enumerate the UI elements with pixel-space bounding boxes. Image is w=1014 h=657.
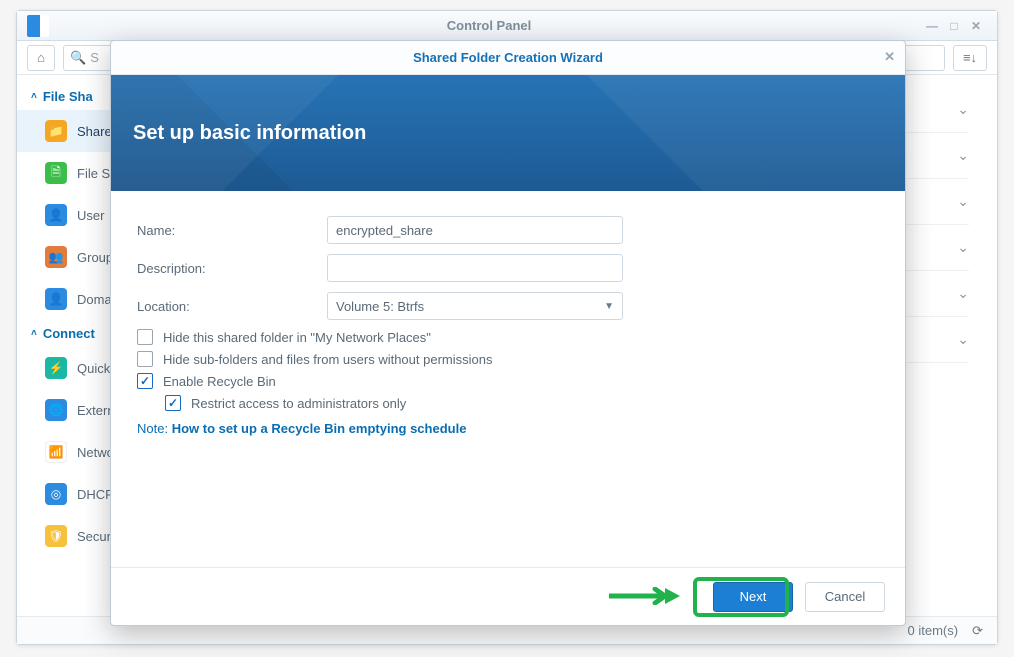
sidebar-group-label: Connect	[43, 326, 95, 341]
group-icon: 👥	[45, 246, 67, 268]
check-hide-netplaces[interactable]: Hide this shared folder in "My Network P…	[137, 329, 879, 345]
checkbox-checked-icon	[165, 395, 181, 411]
home-icon: ⌂	[37, 50, 45, 65]
refresh-icon[interactable]: ⟳	[972, 623, 983, 639]
bolt-icon: ⚡	[45, 357, 67, 379]
row-name: Name:	[137, 213, 879, 247]
sidebar-item-label: Netwo	[77, 445, 114, 460]
sidebar-item-label: User	[77, 208, 104, 223]
check-restrict-admins[interactable]: Restrict access to administrators only	[165, 395, 879, 411]
app-icon	[27, 15, 49, 37]
window-titlebar: Control Panel — □ ✕	[17, 11, 997, 41]
chevron-up-icon: ˄	[31, 91, 37, 102]
check-hide-subfolders[interactable]: Hide sub-folders and files from users wi…	[137, 351, 879, 367]
arrow-annotation	[609, 587, 681, 605]
dialog-titlebar: Shared Folder Creation Wizard ✕	[111, 41, 905, 75]
note-prefix: Note:	[137, 421, 172, 436]
name-field[interactable]	[327, 216, 623, 244]
chevron-down-icon: ⌄	[957, 239, 969, 256]
row-location: Location: Volume 5: Btrfs ▼	[137, 289, 879, 323]
search-icon: 🔍	[70, 50, 86, 66]
note-link[interactable]: How to set up a Recycle Bin emptying sch…	[172, 421, 467, 436]
check-recycle-bin[interactable]: Enable Recycle Bin	[137, 373, 879, 389]
label-location: Location:	[137, 299, 327, 314]
chevron-down-icon: ⌄	[957, 193, 969, 210]
label-description: Description:	[137, 261, 327, 276]
minimize-icon[interactable]: —	[921, 19, 943, 33]
label-name: Name:	[137, 223, 327, 238]
next-button[interactable]: Next	[713, 582, 793, 612]
dhcp-icon: ◎	[45, 483, 67, 505]
maximize-icon[interactable]: □	[943, 19, 965, 33]
checkbox-icon	[137, 329, 153, 345]
check-label: Restrict access to administrators only	[191, 396, 406, 411]
sidebar-item-label: Group	[77, 250, 113, 265]
folder-icon: 📁	[45, 120, 67, 142]
hero-title: Set up basic information	[133, 122, 366, 145]
close-icon[interactable]: ✕	[884, 49, 895, 65]
globe-icon: 🌐	[45, 399, 67, 421]
location-select[interactable]: Volume 5: Btrfs ▼	[327, 292, 623, 320]
chevron-down-icon: ⌄	[957, 147, 969, 164]
wizard-dialog: Shared Folder Creation Wizard ✕ Set up b…	[110, 40, 906, 626]
window-title: Control Panel	[57, 18, 921, 33]
home-button[interactable]: ⌂	[27, 45, 55, 71]
description-field[interactable]	[327, 254, 623, 282]
sidebar-item-label: Domai	[77, 292, 115, 307]
check-label: Enable Recycle Bin	[163, 374, 276, 389]
checkbox-checked-icon	[137, 373, 153, 389]
chevron-down-icon: ⌄	[957, 285, 969, 302]
chevron-down-icon: ⌄	[957, 101, 969, 118]
row-description: Description:	[137, 251, 879, 285]
sidebar-group-label: File Sha	[43, 89, 93, 104]
user-icon: 👤	[45, 204, 67, 226]
network-icon: 📶	[45, 441, 67, 463]
cancel-button[interactable]: Cancel	[805, 582, 885, 612]
dialog-body: Name: Description: Location: Volume 5: B…	[111, 191, 905, 567]
location-value: Volume 5: Btrfs	[336, 299, 424, 314]
shield-icon: 🛡	[45, 525, 67, 547]
checkbox-icon	[137, 351, 153, 367]
dialog-hero: Set up basic information	[111, 75, 905, 191]
note: Note: How to set up a Recycle Bin emptyi…	[137, 421, 879, 436]
check-label: Hide this shared folder in "My Network P…	[163, 330, 431, 345]
dialog-title: Shared Folder Creation Wizard	[413, 50, 603, 65]
item-count: 0 item(s)	[908, 623, 959, 638]
chevron-up-icon: ˄	[31, 328, 37, 339]
sort-button[interactable]: ≡↓	[953, 45, 987, 71]
chevron-down-icon: ⌄	[957, 331, 969, 348]
close-window-icon[interactable]: ✕	[965, 19, 987, 33]
sidebar-item-label: Extern	[77, 403, 115, 418]
search-placeholder: S	[90, 50, 99, 65]
sort-icon: ≡↓	[963, 50, 977, 65]
check-label: Hide sub-folders and files from users wi…	[163, 352, 492, 367]
file-icon: 🗎	[45, 162, 67, 184]
domain-icon: 👤	[45, 288, 67, 310]
chevron-down-icon: ▼	[604, 301, 614, 312]
dialog-footer: Next Cancel	[111, 567, 905, 625]
